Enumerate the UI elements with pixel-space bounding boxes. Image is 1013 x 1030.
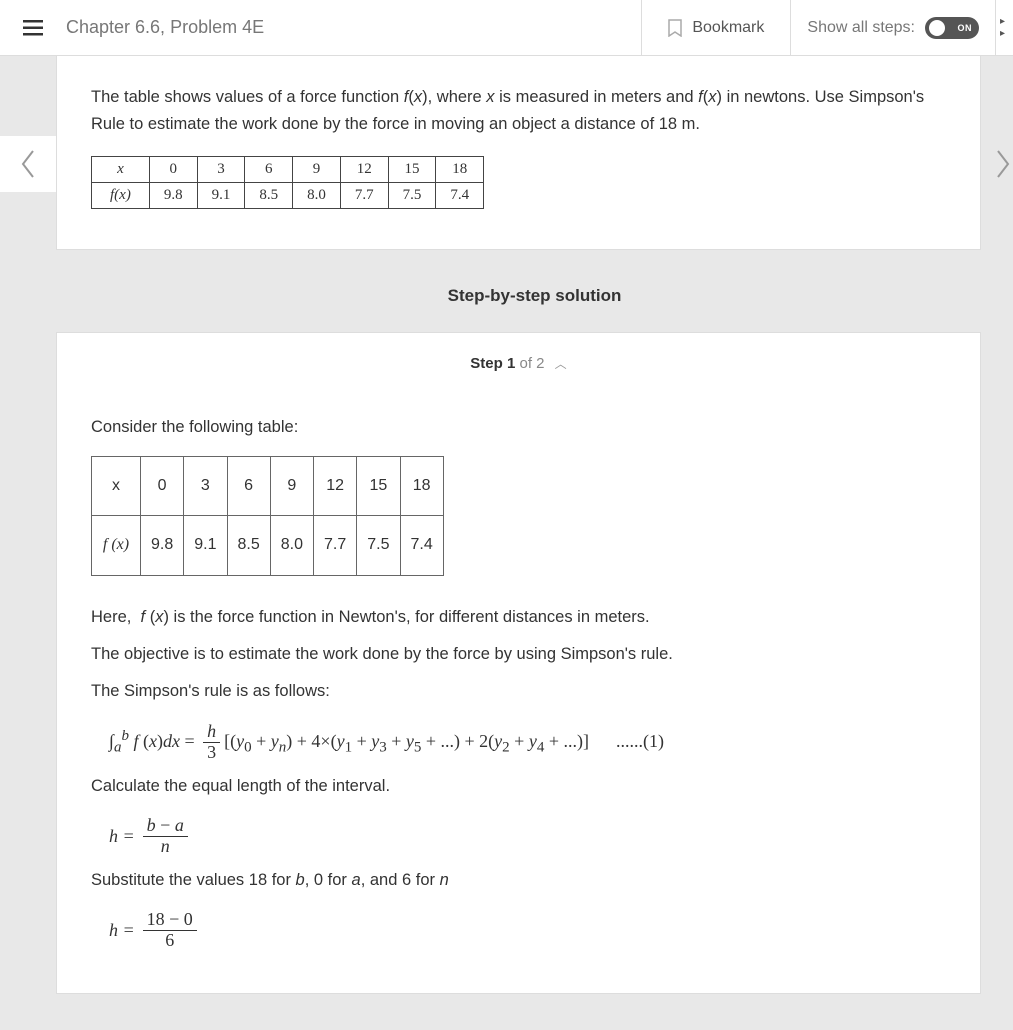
step-text: The Simpson's rule is as follows: xyxy=(91,676,946,707)
table-row: x0369121518 xyxy=(92,157,484,183)
step-text: Here, f (x) is the force function in New… xyxy=(91,602,946,633)
step-total: of 2 xyxy=(515,355,544,372)
step-card: Step 1 of 2 ︿ Consider the following tab… xyxy=(56,332,981,993)
next-button[interactable] xyxy=(991,136,1013,192)
step-text: The objective is to estimate the work do… xyxy=(91,639,946,670)
solution-heading: Step-by-step solution xyxy=(56,250,1013,332)
problem-data-table: x0369121518 f(x)9.89.18.58.07.77.57.4 xyxy=(91,156,484,209)
problem-text: The table shows values of a force functi… xyxy=(91,84,946,138)
formula-h: h = b − a n xyxy=(91,808,946,865)
page-title: Chapter 6.6, Problem 4E xyxy=(56,17,641,38)
solution-data-table: x0369121518 f (x)9.89.18.58.07.77.57.4 xyxy=(91,456,444,576)
step-text: Substitute the values 18 for b, 0 for a,… xyxy=(91,865,946,896)
step-text: Consider the following table: xyxy=(91,412,946,443)
top-bar: Chapter 6.6, Problem 4E Bookmark Show al… xyxy=(0,0,1013,56)
chevron-up-icon: ︿ xyxy=(555,357,567,371)
bookmark-button[interactable]: Bookmark xyxy=(641,0,790,55)
steps-toggle[interactable]: ON xyxy=(925,17,979,39)
right-edge-arrows[interactable]: ▸▸ xyxy=(995,0,1013,55)
toggle-knob xyxy=(929,20,945,36)
formula-h-sub: h = 18 − 0 6 xyxy=(91,902,946,959)
bookmark-label: Bookmark xyxy=(692,19,764,37)
problem-card: The table shows values of a force functi… xyxy=(56,56,981,250)
table-row: x0369121518 xyxy=(92,456,444,515)
step-text: Calculate the equal length of the interv… xyxy=(91,771,946,802)
bookmark-icon xyxy=(668,19,682,37)
menu-icon[interactable] xyxy=(10,20,56,36)
prev-button[interactable] xyxy=(0,136,56,192)
chevron-left-icon xyxy=(19,149,37,179)
formula-simpson: ∫ab f (x)dx = h3[(y0 + yn) + 4×(y1 + y3 … xyxy=(91,714,946,771)
steps-label: Show all steps: xyxy=(807,19,915,37)
step-number: Step 1 xyxy=(470,355,515,372)
table-row: f (x)9.89.18.58.07.77.57.4 xyxy=(92,516,444,575)
page-content: The table shows values of a force functi… xyxy=(0,56,1013,994)
show-all-steps: Show all steps: ON xyxy=(790,0,995,55)
chevron-right-icon xyxy=(994,149,1012,179)
step-header[interactable]: Step 1 of 2 ︿ xyxy=(91,333,946,412)
step-body: Consider the following table: x036912151… xyxy=(91,412,946,958)
table-row: f(x)9.89.18.58.07.77.57.4 xyxy=(92,183,484,209)
toggle-label: ON xyxy=(958,23,973,33)
